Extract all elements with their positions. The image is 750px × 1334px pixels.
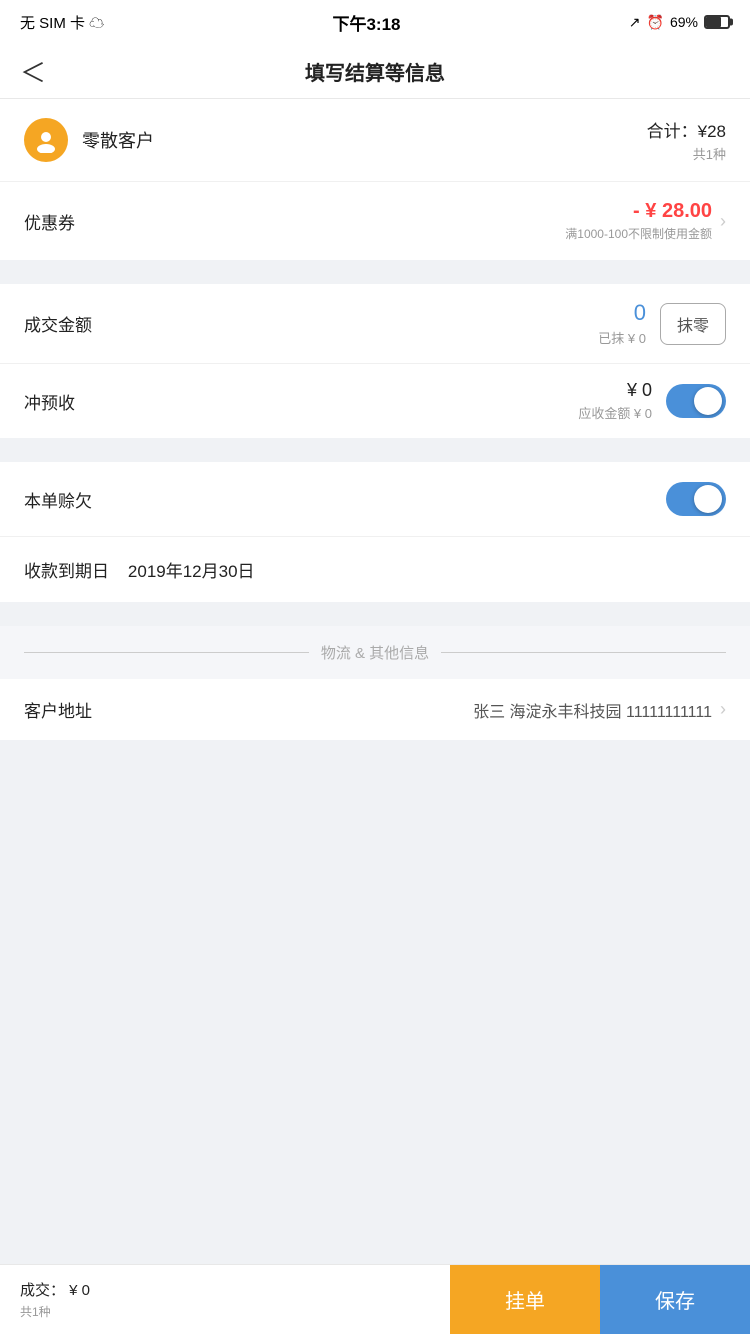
total-count: 共1种 [647, 144, 726, 163]
due-date-value: 2019年12月30日 [128, 562, 255, 581]
transaction-row: 成交金额 0 已抹 ¥ 0 抹零 [0, 284, 750, 364]
address-value: 张三 海淀永丰科技园 11111111111 [112, 698, 712, 722]
battery-icon [704, 15, 730, 29]
transaction-right: 0 已抹 ¥ 0 抹零 [598, 300, 726, 347]
coupon-amount: - ¥ 28.00 [565, 200, 712, 223]
customer-total: 合计：¥28 共1种 [647, 117, 726, 163]
divider-1 [0, 272, 750, 284]
coupon-right: - ¥ 28.00 满1000-100不限制使用金额 › [565, 200, 726, 242]
hold-order-button[interactable]: 挂单 [450, 1265, 600, 1334]
coupon-desc: 满1000-100不限制使用金额 [565, 225, 712, 242]
address-section: 客户地址 张三 海淀永丰科技园 11111111111 › [0, 679, 750, 740]
customer-section: 零散客户 合计：¥28 共1种 优惠券 - ¥ 28.00 满1000-100不… [0, 99, 750, 260]
direction-icon: ↗ [629, 14, 641, 31]
address-row[interactable]: 客户地址 张三 海淀永丰科技园 11111111111 › [0, 679, 750, 740]
back-button[interactable]: ＜ [20, 53, 46, 90]
alarm-icon: ⏰ [647, 14, 664, 31]
customer-row: 零散客户 合计：¥28 共1种 [0, 99, 750, 181]
logistics-section: 物流 & 其他信息 [0, 626, 750, 679]
address-chevron-icon: › [720, 699, 726, 720]
avatar [24, 118, 68, 162]
debt-label: 本单赊欠 [24, 487, 92, 512]
bottom-info: 成交： ¥ 0 共1种 [0, 1265, 450, 1334]
sim-label: 无 SIM 卡 ☁ [20, 12, 104, 33]
status-right: ↗ ⏰ 69% [629, 14, 730, 31]
bottom-deal-count: 共1种 [20, 1303, 430, 1320]
due-date-content: 收款到期日 2019年12月30日 [24, 562, 255, 581]
debt-toggle-knob [694, 485, 722, 513]
due-date-row: 收款到期日 2019年12月30日 [0, 536, 750, 602]
debt-section: 本单赊欠 收款到期日 2019年12月30日 [0, 462, 750, 602]
status-time: 下午3:18 [332, 10, 400, 35]
customer-name: 零散客户 [82, 127, 154, 153]
logistics-line: 物流 & 其他信息 [24, 642, 726, 663]
toggle-knob [694, 387, 722, 415]
transaction-label: 成交金额 [24, 311, 92, 336]
page-title: 填写结算等信息 [305, 57, 445, 86]
advance-right: ¥ 0 应收金额 ¥ 0 [578, 380, 726, 422]
coupon-value-wrap: - ¥ 28.00 满1000-100不限制使用金额 [565, 200, 712, 242]
customer-info: 零散客户 [24, 118, 154, 162]
bottom-deal-amount: 成交： ¥ 0 [20, 1279, 430, 1300]
total-amount: 合计：¥28 [647, 117, 726, 142]
advance-sub-value: 应收金额 ¥ 0 [578, 403, 652, 422]
battery-label: 69% [670, 14, 698, 30]
transaction-amount: 0 [598, 300, 646, 326]
transaction-sub: 已抹 ¥ 0 [598, 328, 646, 347]
divider-2 [0, 450, 750, 462]
transaction-section: 成交金额 0 已抹 ¥ 0 抹零 冲预收 ¥ 0 应收金额 ¥ 0 [0, 284, 750, 438]
transaction-amount-wrap: 0 已抹 ¥ 0 [598, 300, 646, 347]
divider-3 [0, 614, 750, 626]
advance-toggle[interactable] [666, 384, 726, 418]
status-left: 无 SIM 卡 ☁ [20, 12, 104, 33]
status-bar: 无 SIM 卡 ☁ 下午3:18 ↗ ⏰ 69% [0, 0, 750, 44]
advance-label: 冲预收 [24, 389, 75, 414]
coupon-label: 优惠券 [24, 209, 75, 234]
round-zero-button[interactable]: 抹零 [660, 303, 726, 345]
advance-main-value: ¥ 0 [578, 380, 652, 401]
debt-row: 本单赊欠 [0, 462, 750, 536]
chevron-right-icon: › [720, 211, 726, 232]
empty-space [0, 752, 750, 952]
coupon-row[interactable]: 优惠券 - ¥ 28.00 满1000-100不限制使用金额 › [0, 181, 750, 260]
logistics-title: 物流 & 其他信息 [321, 642, 429, 663]
bottom-bar: 成交： ¥ 0 共1种 挂单 保存 [0, 1264, 750, 1334]
save-button[interactable]: 保存 [600, 1265, 750, 1334]
due-date-label: 收款到期日 [24, 562, 109, 581]
nav-bar: ＜ 填写结算等信息 [0, 44, 750, 99]
advance-row: 冲预收 ¥ 0 应收金额 ¥ 0 [0, 364, 750, 438]
address-label: 客户地址 [24, 697, 92, 722]
advance-amounts: ¥ 0 应收金额 ¥ 0 [578, 380, 652, 422]
debt-toggle[interactable] [666, 482, 726, 516]
